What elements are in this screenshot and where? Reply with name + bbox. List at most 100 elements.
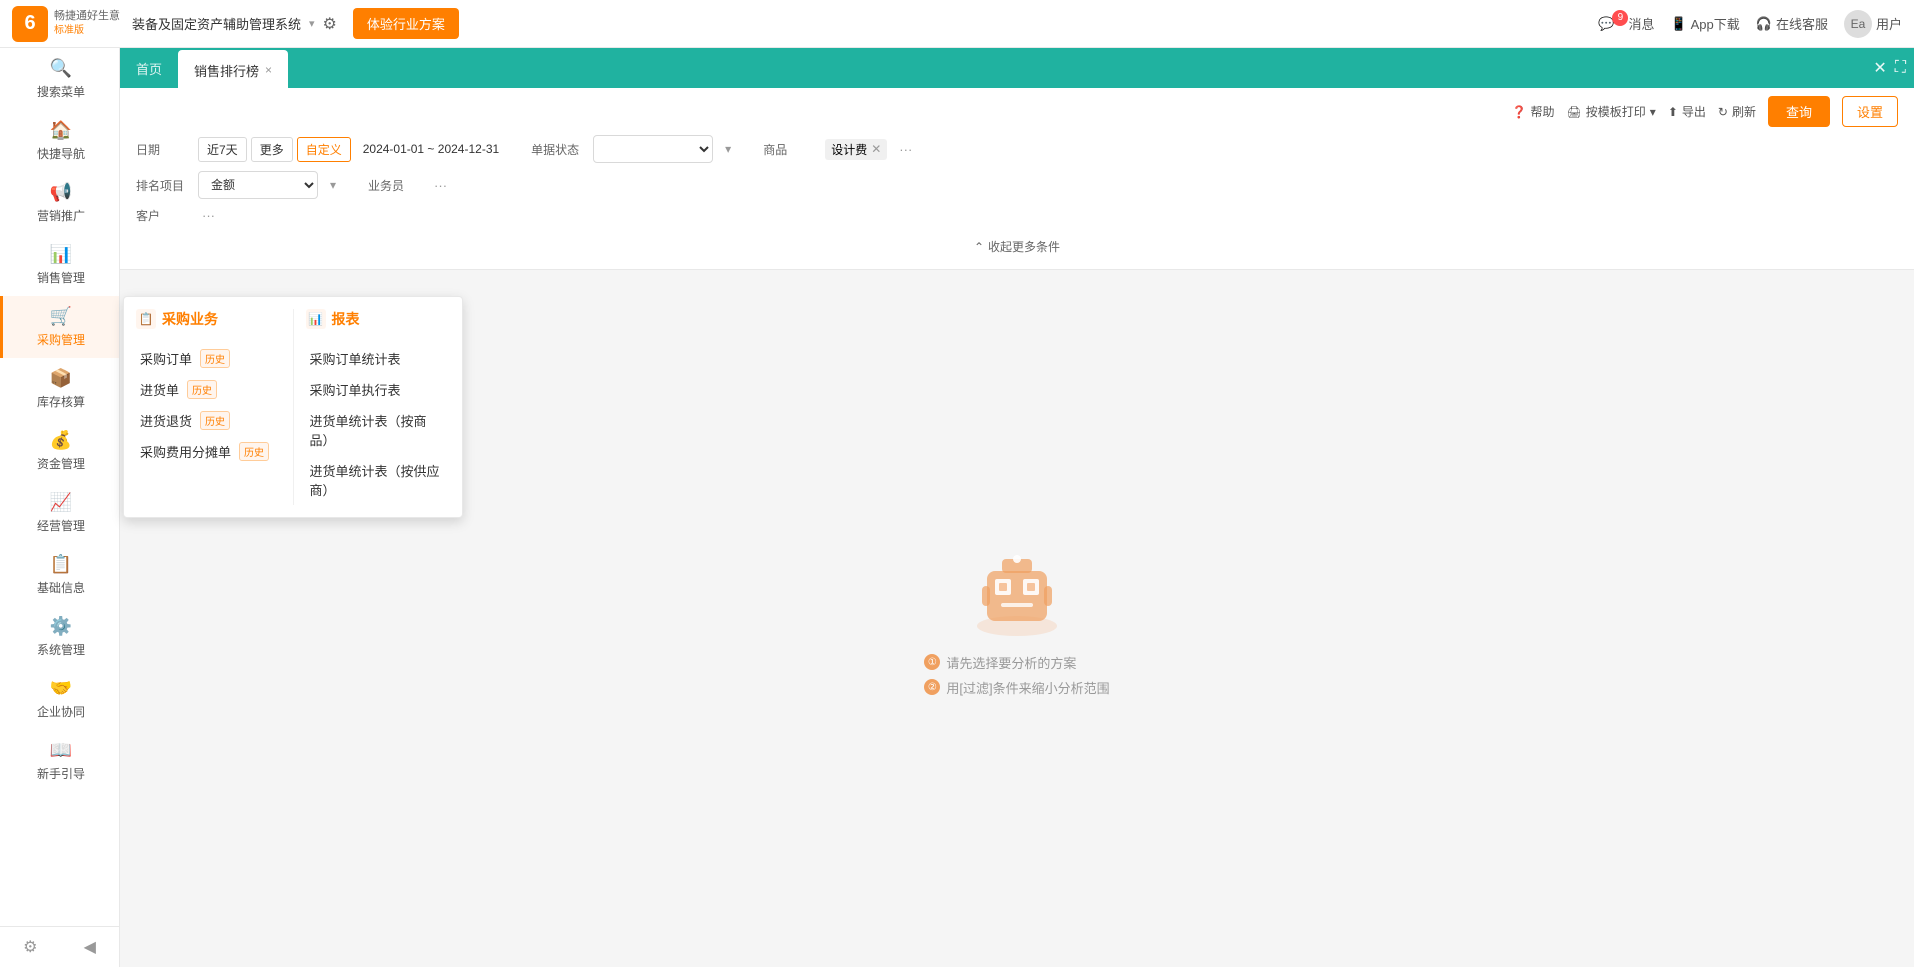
rank-label: 排名项目 [136, 177, 186, 194]
message-item[interactable]: 💬 9 消息 [1598, 14, 1654, 33]
tab-home[interactable]: 首页 [120, 48, 178, 88]
help-button[interactable]: ❓ 帮助 [1512, 103, 1555, 120]
product-more-icon[interactable]: ··· [899, 142, 912, 157]
tab-sales-ranking[interactable]: 销售排行榜 × [178, 50, 288, 90]
sidebar-item-operations[interactable]: 📈 经营管理 [0, 482, 119, 544]
product-tag-text: 设计费 [831, 141, 867, 158]
empty-hint-1: ① 请先选择要分析的方案 [924, 653, 1076, 672]
megaphone-icon: 📢 [50, 182, 72, 203]
sidebar-bottom: ⚙ ◀ [0, 926, 119, 967]
customer-more-icon[interactable]: ··· [202, 208, 215, 223]
purchase-cost-label: 采购费用分摊单 [140, 442, 231, 461]
report-receive-product-item[interactable]: 进货单统计表（按商品） [306, 405, 451, 455]
history-badge-2: 历史 [200, 411, 230, 430]
purchase-return-label: 进货退货 [140, 411, 192, 430]
phone-icon: 📱 [1670, 16, 1686, 32]
report-order-stat-item[interactable]: 采购订单统计表 [306, 343, 451, 374]
sidebar-item-enterprise[interactable]: 🤝 企业协同 [0, 668, 119, 730]
product-tag-remove[interactable]: ✕ [871, 142, 881, 156]
doc-status-chevron: ▾ [725, 142, 731, 156]
report-order-exec-label: 采购订单执行表 [310, 380, 401, 399]
rank-select[interactable]: 金额 [198, 171, 318, 199]
help-icon: ❓ [1512, 105, 1527, 119]
cart-icon: 🛒 [50, 306, 72, 327]
print-icon: 🖨 [1567, 105, 1582, 119]
date-btn-more[interactable]: 更多 [251, 137, 293, 162]
app-download-item[interactable]: 📱 App下载 [1670, 14, 1739, 33]
money-icon: 💰 [50, 430, 72, 451]
logo-icon: 6 [12, 6, 48, 42]
sidebar-item-search-menu[interactable]: 🔍 搜索菜单 [0, 48, 119, 110]
report-receive-product-label: 进货单统计表（按商品） [310, 411, 447, 449]
message-label: 消息 [1628, 14, 1654, 33]
avatar-label: Ea [1851, 17, 1866, 31]
export-button[interactable]: ⬆ 导出 [1668, 103, 1706, 120]
toolbar-right: ❓ 帮助 🖨 按模板打印 ▾ ⬆ 导出 ↻ 刷新 [1512, 96, 1898, 127]
empty-hint-1-text: 请先选择要分析的方案 [946, 653, 1076, 672]
gear-icon[interactable]: ⚙ [323, 14, 337, 34]
history-badge-1: 历史 [187, 380, 217, 399]
user-item[interactable]: Ea 用户 [1844, 10, 1902, 38]
template-print-button[interactable]: 🖨 按模板打印 ▾ [1567, 103, 1656, 120]
sidebar-item-system-mgmt[interactable]: ⚙️ 系统管理 [0, 606, 119, 668]
logo-text-line1: 畅捷通好生意 [54, 9, 120, 24]
report-order-exec-item[interactable]: 采购订单执行表 [306, 374, 451, 405]
close-window-icon[interactable]: ✕ [1873, 58, 1886, 78]
date-btn-custom[interactable]: 自定义 [297, 137, 351, 162]
collapse-button[interactable]: ⌃ 收起更多条件 [136, 232, 1898, 261]
customer-label: 客户 [136, 207, 186, 224]
help-label: 帮助 [1531, 103, 1555, 120]
collapse-sidebar-icon[interactable]: ◀ [84, 937, 96, 957]
settings-button[interactable]: 设置 [1842, 96, 1898, 127]
industry-button[interactable]: 体验行业方案 [353, 8, 459, 39]
report-icon: 📊 [306, 309, 326, 329]
sidebar-item-guide[interactable]: 📖 新手引导 [0, 730, 119, 792]
refresh-label: 刷新 [1732, 103, 1756, 120]
purchase-order-item[interactable]: 采购订单 历史 [136, 343, 281, 374]
settings-bottom-icon[interactable]: ⚙ [23, 937, 37, 957]
online-service-item[interactable]: 🎧 在线客服 [1756, 14, 1828, 33]
product-tag: 设计费 ✕ [825, 139, 887, 160]
sidebar-item-inventory[interactable]: 📦 库存核算 [0, 358, 119, 420]
purchase-return-item[interactable]: 进货退货 历史 [136, 405, 281, 436]
chevron-down-icon[interactable]: ▾ [309, 17, 315, 30]
date-label: 日期 [136, 141, 186, 158]
empty-svg [957, 541, 1077, 641]
tab-sales-label: 销售排行榜 [194, 61, 259, 80]
query-button[interactable]: 查询 [1768, 96, 1830, 127]
sidebar-item-purchase-mgmt[interactable]: 🛒 采购管理 📋 采购业务 采购订单 历史 进货单 历史 [0, 296, 119, 358]
user-label: 用户 [1876, 14, 1902, 33]
logo-area: 6 畅捷通好生意 标准版 [12, 6, 132, 42]
doc-status-select[interactable] [593, 135, 713, 163]
purchase-receive-item[interactable]: 进货单 历史 [136, 374, 281, 405]
sidebar-item-quick-nav[interactable]: 🏠 快捷导航 [0, 110, 119, 172]
tab-close-icon[interactable]: × [265, 63, 272, 77]
history-badge-0: 历史 [200, 349, 230, 368]
hint-2-icon: ② [924, 679, 940, 695]
purchase-cost-item[interactable]: 采购费用分摊单 历史 [136, 436, 281, 467]
message-badge: 9 [1612, 10, 1628, 26]
list-icon: 📋 [50, 554, 72, 575]
sidebar-label-system: 系统管理 [37, 641, 85, 658]
date-btn-7days[interactable]: 近7天 [198, 137, 247, 162]
chevron-up-icon: ⌃ [974, 240, 984, 254]
sidebar-item-finance[interactable]: 💰 资金管理 [0, 420, 119, 482]
sidebar-item-basic-info[interactable]: 📋 基础信息 [0, 544, 119, 606]
report-receive-supplier-item[interactable]: 进货单统计表（按供应商） [306, 455, 451, 505]
purchase-order-label: 采购订单 [140, 349, 192, 368]
print-dropdown-icon: ▾ [1650, 105, 1656, 119]
salesperson-more-icon[interactable]: ··· [434, 178, 447, 193]
system-title-area: 装备及固定资产辅助管理系统 ▾ ⚙ 体验行业方案 [132, 8, 1598, 39]
filter-row-1: 日期 近7天 更多 自定义 2024-01-01 ~ 2024-12-31 单据… [136, 135, 1898, 163]
maximize-icon[interactable]: ⛶ [1895, 59, 1906, 77]
box-icon: 📦 [50, 368, 72, 389]
doc-status-label: 单据状态 [531, 141, 581, 158]
main-layout: 🔍 搜索菜单 🏠 快捷导航 📢 营销推广 📊 销售管理 🛒 采购管理 📋 采购业… [0, 48, 1914, 967]
sidebar-item-marketing[interactable]: 📢 营销推广 [0, 172, 119, 234]
refresh-button[interactable]: ↻ 刷新 [1718, 103, 1756, 120]
sidebar-label-guide: 新手引导 [37, 765, 85, 782]
sidebar-label-operations: 经营管理 [37, 517, 85, 534]
sidebar-item-sales-mgmt[interactable]: 📊 销售管理 [0, 234, 119, 296]
headset-icon: 🎧 [1756, 16, 1772, 32]
top-right-area: 💬 9 消息 📱 App下载 🎧 在线客服 Ea 用户 [1598, 10, 1902, 38]
